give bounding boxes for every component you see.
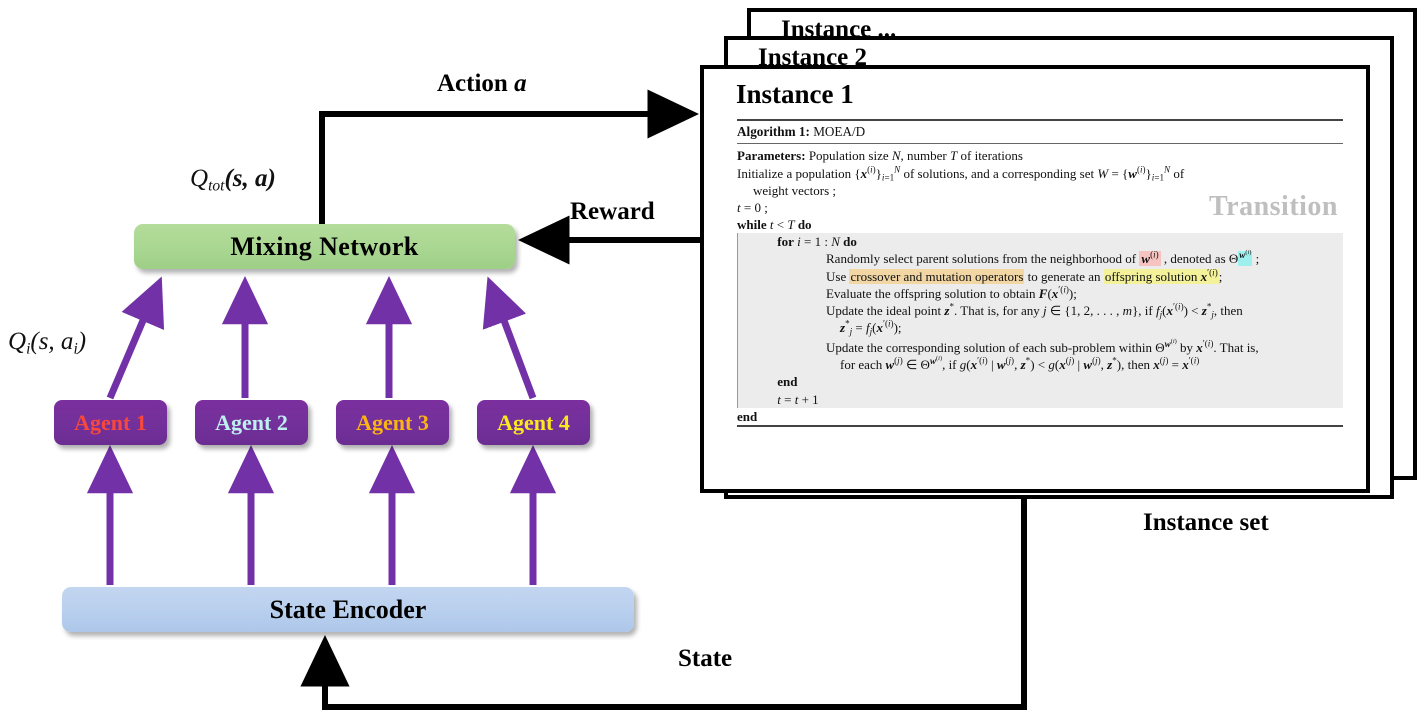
highlight-neighborhood: w(i) bbox=[1238, 249, 1253, 267]
algorithm-step-evaluate: Evaluate the offspring solution to obtai… bbox=[826, 284, 1077, 301]
parameters-label: Parameters: bbox=[737, 148, 806, 164]
agent-2-label: Agent 2 bbox=[215, 409, 288, 435]
highlight-offspring: offspring solution x′(i) bbox=[1103, 267, 1219, 284]
mixing-network-label: Mixing Network bbox=[230, 231, 419, 261]
algorithm-line-end-outer: end bbox=[737, 408, 1343, 425]
algorithm-heading: Algorithm 1: MOEA/D bbox=[737, 121, 1343, 143]
arrow-agent-1-to-mixing bbox=[106, 276, 165, 400]
q-tot-label: Qtot(s, a) bbox=[190, 165, 276, 195]
step-use-mid: to generate an bbox=[1024, 268, 1104, 284]
action-symbol: a bbox=[514, 70, 527, 97]
algorithm-loop-body: for i = 1 : N do Randomly select parent … bbox=[737, 233, 1343, 408]
highlight-weight-vector: w(i) bbox=[1139, 250, 1161, 267]
state-label: State bbox=[678, 645, 733, 672]
algorithm-parameters: Parameters: Population size N, number T … bbox=[737, 144, 1343, 164]
state-encoder-box[interactable]: State Encoder bbox=[62, 587, 634, 632]
instance-card-1[interactable]: Instance 1 Transition Algorithm 1: MOEA/… bbox=[700, 65, 1370, 493]
algorithm-line-while: while t < T do bbox=[737, 217, 812, 233]
end-outer-keyword: end bbox=[737, 408, 758, 424]
q-i-label: Qi(s, ai) bbox=[8, 328, 86, 358]
action-label: Action a bbox=[437, 70, 527, 98]
algorithm-line-t-increment: t = t + 1 bbox=[737, 390, 1343, 408]
arrow-agent-4-to-mixing bbox=[482, 276, 537, 400]
end-inner-keyword: end bbox=[777, 374, 798, 390]
state-encoder-label: State Encoder bbox=[269, 594, 427, 624]
instance-set-label: Instance set bbox=[1143, 509, 1269, 536]
agent-4-label: Agent 4 bbox=[497, 409, 570, 435]
algorithm-step-random-select: Randomly select parent solutions from th… bbox=[826, 249, 1260, 267]
algorithm-step-update-b: for each w(j) ∈ Θw(i), if g(x′(i) | w(j)… bbox=[840, 354, 1200, 373]
algorithm-heading-prefix: Algorithm 1: bbox=[737, 124, 810, 139]
algorithm-line-weightvectors: weight vectors ; bbox=[753, 182, 837, 198]
algorithm-step-update-a: Update the corresponding solution of eac… bbox=[826, 337, 1259, 356]
agent-1-label: Agent 1 bbox=[74, 409, 147, 435]
agent-3-box[interactable]: Agent 3 bbox=[336, 400, 449, 445]
step-random-prefix: Randomly select parent solutions from th… bbox=[826, 251, 1140, 267]
q-i-arguments: (s, a bbox=[30, 328, 74, 355]
q-tot-symbol: Q bbox=[190, 165, 209, 192]
action-text: Action bbox=[437, 70, 515, 97]
highlight-operators: crossover and mutation operators bbox=[849, 268, 1025, 284]
algorithm-line-for: for i = 1 : N do bbox=[737, 233, 1343, 251]
q-tot-subscript: tot bbox=[208, 177, 225, 195]
q-i-arguments-end: ) bbox=[77, 328, 87, 355]
algorithm-listing: Algorithm 1: MOEA/D Parameters: Populati… bbox=[737, 119, 1343, 427]
algorithm-line-end-inner: end bbox=[737, 373, 1343, 391]
diagram-canvas: Mixing Network State Encoder Agent 1 Age… bbox=[0, 0, 1428, 725]
q-i-symbol: Q bbox=[8, 328, 27, 355]
algorithm-step-ideal-point-b: z*j = fj(x′(i)); bbox=[840, 318, 902, 337]
agent-1-box[interactable]: Agent 1 bbox=[54, 400, 167, 445]
parameters-text: Population size N, number T of iteration… bbox=[805, 148, 1023, 164]
algorithm-step-ideal-point-a: Update the ideal point z*. That is, for … bbox=[826, 301, 1243, 320]
agent-2-box[interactable]: Agent 2 bbox=[195, 400, 308, 445]
step-use-prefix: Use bbox=[826, 268, 850, 284]
agent-4-box[interactable]: Agent 4 bbox=[477, 400, 590, 445]
instance-1-title: Instance 1 bbox=[736, 79, 854, 109]
q-tot-arguments: (s, a) bbox=[224, 165, 276, 192]
algorithm-step-crossover: Use crossover and mutation operators to … bbox=[826, 267, 1223, 284]
algorithm-inner-body: Randomly select parent solutions from th… bbox=[737, 249, 1343, 374]
mixing-network-box[interactable]: Mixing Network bbox=[134, 224, 515, 269]
algorithm-heading-name: MOEA/D bbox=[809, 124, 866, 139]
agent-3-label: Agent 3 bbox=[356, 409, 429, 435]
algorithm-rule-bottom bbox=[737, 424, 1343, 427]
algorithm-line-t0: t = 0 ; bbox=[737, 199, 768, 215]
algorithm-line-initialize: Initialize a population {x(i)}i=1N of so… bbox=[737, 164, 1185, 183]
reward-label: Reward bbox=[570, 198, 655, 225]
